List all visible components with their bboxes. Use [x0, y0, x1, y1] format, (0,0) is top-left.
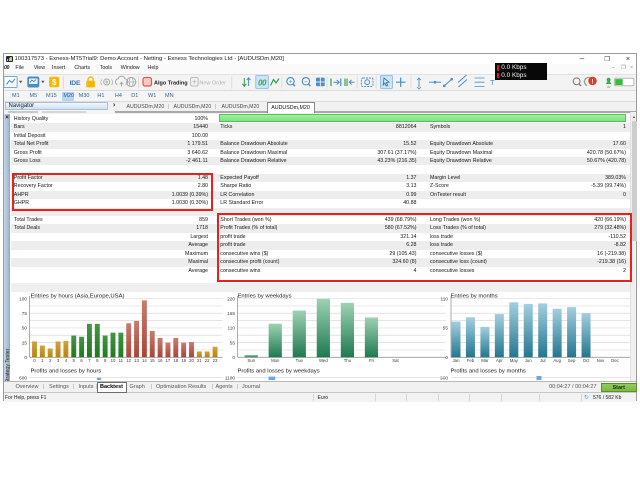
svg-text:Oct: Oct — [582, 358, 589, 363]
svg-text:13: 13 — [134, 358, 139, 363]
svg-text:16: 16 — [157, 358, 162, 363]
svg-text:11: 11 — [118, 358, 123, 363]
svg-text:Jun: Jun — [524, 358, 532, 363]
svg-text:15: 15 — [149, 358, 154, 363]
svg-text:+: + — [289, 78, 293, 85]
svg-text:Algo Trading: Algo Trading — [154, 80, 188, 86]
svg-text:6: 6 — [80, 358, 83, 363]
svg-text:Fri: Fri — [368, 358, 373, 363]
svg-text:Sun: Sun — [247, 358, 255, 363]
svg-text:Jul: Jul — [539, 358, 545, 363]
svg-text:1100: 1100 — [224, 376, 234, 381]
svg-text:Jan: Jan — [452, 358, 460, 363]
svg-text:50: 50 — [21, 326, 27, 331]
svg-text:100: 100 — [19, 296, 27, 301]
svg-text:New Order: New Order — [199, 80, 226, 86]
svg-text:Feb: Feb — [466, 358, 474, 363]
svg-text:Thu: Thu — [343, 358, 351, 363]
svg-text:Sat: Sat — [392, 358, 399, 363]
svg-text:14: 14 — [142, 358, 147, 363]
svg-text:0: 0 — [33, 358, 36, 363]
svg-text:10: 10 — [110, 358, 115, 363]
svg-text:IDE: IDE — [70, 80, 81, 87]
svg-text:20: 20 — [189, 358, 194, 363]
svg-text:9: 9 — [103, 358, 106, 363]
svg-text:165: 165 — [227, 311, 235, 316]
svg-text:Profits and losses by months: Profits and losses by months — [450, 369, 525, 375]
svg-text:Mar: Mar — [481, 358, 489, 363]
svg-text:0: 0 — [445, 355, 448, 360]
svg-text:Entries by months: Entries by months — [450, 293, 497, 299]
svg-text:0: 0 — [24, 355, 27, 360]
svg-text:Aug: Aug — [553, 358, 561, 363]
svg-text:7: 7 — [88, 358, 91, 363]
svg-text:Mon: Mon — [271, 358, 280, 363]
svg-text:18: 18 — [173, 358, 178, 363]
svg-text:1: 1 — [41, 358, 44, 363]
svg-text:uv: uv — [607, 84, 611, 88]
svg-text:00: 00 — [258, 78, 267, 87]
svg-text:$: $ — [52, 78, 57, 87]
svg-text:Entries by weekdays: Entries by weekdays — [237, 293, 291, 299]
svg-text:22: 22 — [204, 358, 209, 363]
svg-text:−: − — [304, 78, 308, 85]
svg-text:220: 220 — [227, 296, 235, 301]
svg-text:8: 8 — [96, 358, 99, 363]
svg-text:0: 0 — [232, 355, 235, 360]
svg-text:May: May — [509, 358, 518, 363]
svg-text:4: 4 — [64, 358, 67, 363]
svg-text:12: 12 — [126, 358, 131, 363]
svg-text:19: 19 — [181, 358, 186, 363]
svg-text:600: 600 — [19, 376, 27, 381]
svg-text:Entries by hours (Asia,Europe,: Entries by hours (Asia,Europe,USA) — [30, 293, 124, 299]
svg-text:Sep: Sep — [567, 358, 575, 363]
svg-text:55: 55 — [442, 326, 448, 331]
svg-text:Tue: Tue — [295, 358, 303, 363]
svg-text:!: ! — [591, 78, 593, 85]
svg-text:Nov: Nov — [596, 358, 604, 363]
svg-text:2: 2 — [49, 358, 52, 363]
svg-text:Profits and losses by hours: Profits and losses by hours — [30, 369, 101, 375]
svg-text:Dec: Dec — [611, 358, 619, 363]
svg-text:55: 55 — [229, 340, 235, 345]
svg-text:3: 3 — [56, 358, 59, 363]
svg-text:17: 17 — [165, 358, 170, 363]
svg-text:110: 110 — [227, 326, 235, 331]
svg-text:Wed: Wed — [318, 358, 327, 363]
svg-text:23: 23 — [212, 358, 217, 363]
svg-text:5: 5 — [72, 358, 75, 363]
svg-text:Profits and losses by weekdays: Profits and losses by weekdays — [237, 369, 319, 375]
svg-text:25: 25 — [21, 340, 27, 345]
svg-text:75: 75 — [21, 311, 27, 316]
svg-text:Apr: Apr — [496, 358, 503, 363]
svg-text:21: 21 — [196, 358, 201, 363]
svg-text:110: 110 — [440, 296, 448, 301]
